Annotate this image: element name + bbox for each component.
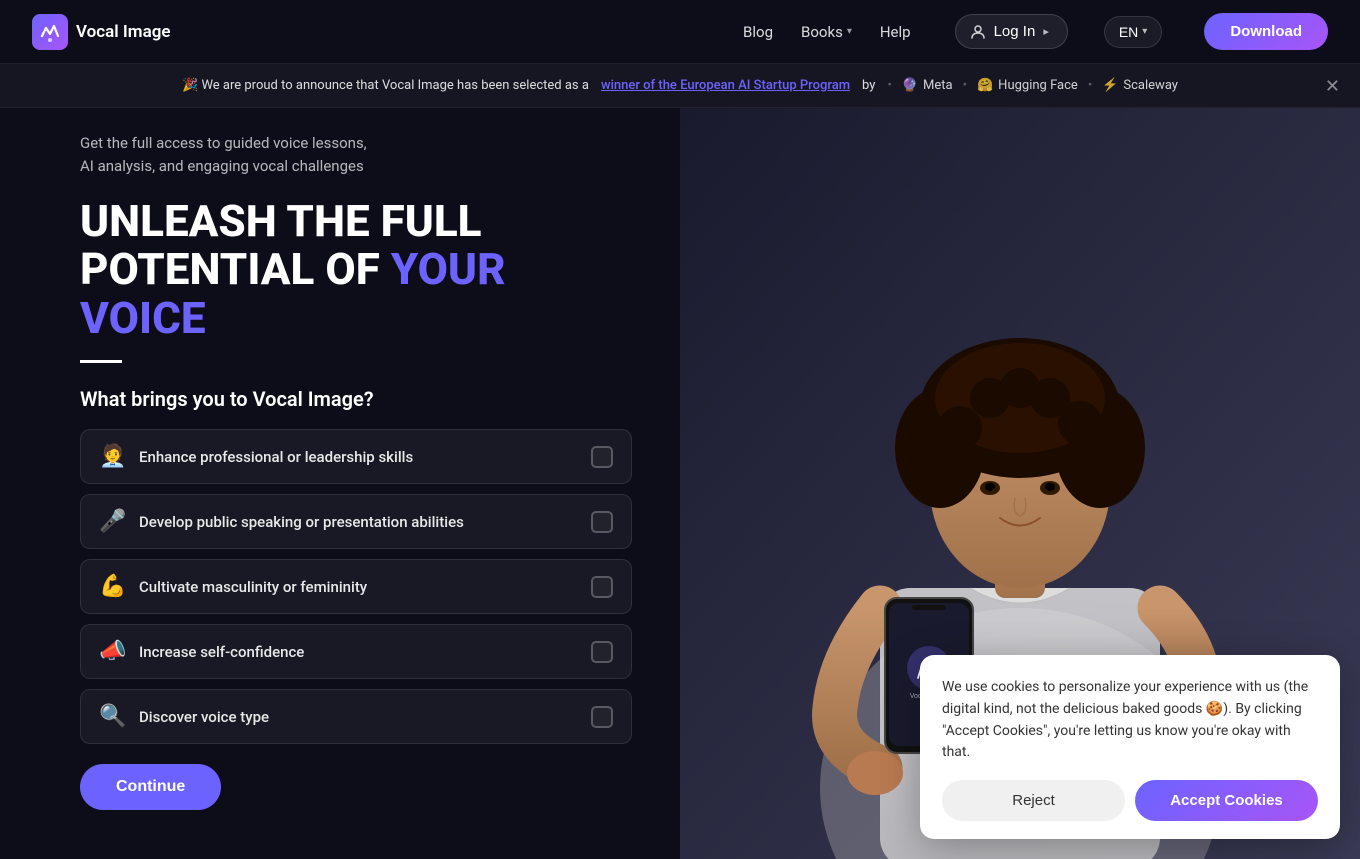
nav-link-help[interactable]: Help [880, 23, 911, 41]
option-checkbox-1[interactable] [591, 511, 613, 533]
lang-chevron-icon: ▾ [1142, 26, 1147, 37]
announcement-banner: 🎉 We are proud to announce that Vocal Im… [0, 64, 1360, 108]
banner-close-button[interactable]: ✕ [1325, 77, 1340, 95]
continue-button[interactable]: Continue [80, 764, 221, 810]
option-card-professional[interactable]: 🧑‍💼 Enhance professional or leadership s… [80, 429, 632, 484]
option-card-voice-type[interactable]: 🔍 Discover voice type [80, 689, 632, 744]
login-chevron-icon: ▸ [1043, 25, 1049, 38]
nav-link-blog[interactable]: Blog [743, 23, 773, 41]
option-label-3: Increase self-confidence [139, 643, 304, 661]
nav-logo[interactable]: Vocal Image [32, 14, 171, 50]
partner-hf: 🤗 Hugging Face [977, 78, 1078, 93]
nav-link-books[interactable]: Books ▾ [801, 23, 852, 41]
option-checkbox-3[interactable] [591, 641, 613, 663]
cookie-banner: We use cookies to personalize your exper… [920, 655, 1340, 839]
logo-text: Vocal Image [76, 22, 171, 42]
option-label-4: Discover voice type [139, 708, 269, 726]
logo-icon [32, 14, 68, 50]
option-card-public-speaking[interactable]: 🎤 Develop public speaking or presentatio… [80, 494, 632, 549]
option-emoji-0: 🧑‍💼 [99, 444, 127, 469]
hf-name: Hugging Face [998, 78, 1078, 93]
option-label-0: Enhance professional or leadership skill… [139, 448, 413, 466]
login-button[interactable]: Log In ▸ [955, 14, 1068, 49]
banner-link[interactable]: winner of the European AI Startup Progra… [601, 78, 850, 93]
language-button[interactable]: EN ▾ [1104, 16, 1162, 48]
navbar: Vocal Image Blog Books ▾ Help Log In ▸ E… [0, 0, 1360, 64]
option-emoji-4: 🔍 [99, 704, 127, 729]
hf-emoji: 🤗 [977, 78, 993, 93]
option-checkbox-4[interactable] [591, 706, 613, 728]
option-card-masculinity[interactable]: 💪 Cultivate masculinity or femininity [80, 559, 632, 614]
download-button[interactable]: Download [1204, 13, 1328, 50]
section-question: What brings you to Vocal Image? [80, 387, 632, 411]
cookie-reject-button[interactable]: Reject [942, 780, 1125, 821]
left-panel: Get the full access to guided voice less… [0, 108, 680, 859]
cookie-accept-button[interactable]: Accept Cookies [1135, 780, 1318, 821]
dot-sep-2: • [963, 78, 967, 93]
partner-meta: 🔮 Meta [902, 78, 953, 93]
option-checkbox-0[interactable] [591, 446, 613, 468]
dot-sep-1: • [887, 78, 891, 93]
person-icon [970, 24, 986, 40]
banner-partners: • 🔮 Meta • 🤗 Hugging Face • ⚡ Scaleway [887, 78, 1178, 93]
option-emoji-3: 📣 [99, 639, 127, 664]
hero-heading: UNLEASH THE FULL POTENTIAL OF YOUR VOICE [80, 197, 632, 342]
option-checkbox-2[interactable] [591, 576, 613, 598]
books-chevron-icon: ▾ [847, 26, 852, 37]
meta-name: Meta [923, 78, 953, 93]
dot-sep-3: • [1088, 78, 1092, 93]
option-cards: 🧑‍💼 Enhance professional or leadership s… [80, 429, 632, 744]
banner-text-start: 🎉 We are proud to announce that Vocal Im… [182, 78, 589, 93]
subtitle-text: Get the full access to guided voice less… [80, 132, 632, 177]
option-label-2: Cultivate masculinity or femininity [139, 578, 367, 596]
nav-links: Blog Books ▾ Help Log In ▸ EN ▾ Download [743, 13, 1328, 50]
scaleway-name: Scaleway [1123, 78, 1178, 93]
cookie-text: We use cookies to personalize your exper… [942, 677, 1318, 764]
cookie-actions: Reject Accept Cookies [942, 780, 1318, 821]
meta-emoji: 🔮 [902, 78, 918, 93]
option-card-confidence[interactable]: 📣 Increase self-confidence [80, 624, 632, 679]
scaleway-emoji: ⚡ [1102, 78, 1118, 93]
divider-line [80, 360, 122, 363]
option-emoji-1: 🎤 [99, 509, 127, 534]
partner-scaleway: ⚡ Scaleway [1102, 78, 1178, 93]
banner-text-end: by [862, 78, 875, 93]
option-label-1: Develop public speaking or presentation … [139, 513, 464, 531]
option-emoji-2: 💪 [99, 574, 127, 599]
